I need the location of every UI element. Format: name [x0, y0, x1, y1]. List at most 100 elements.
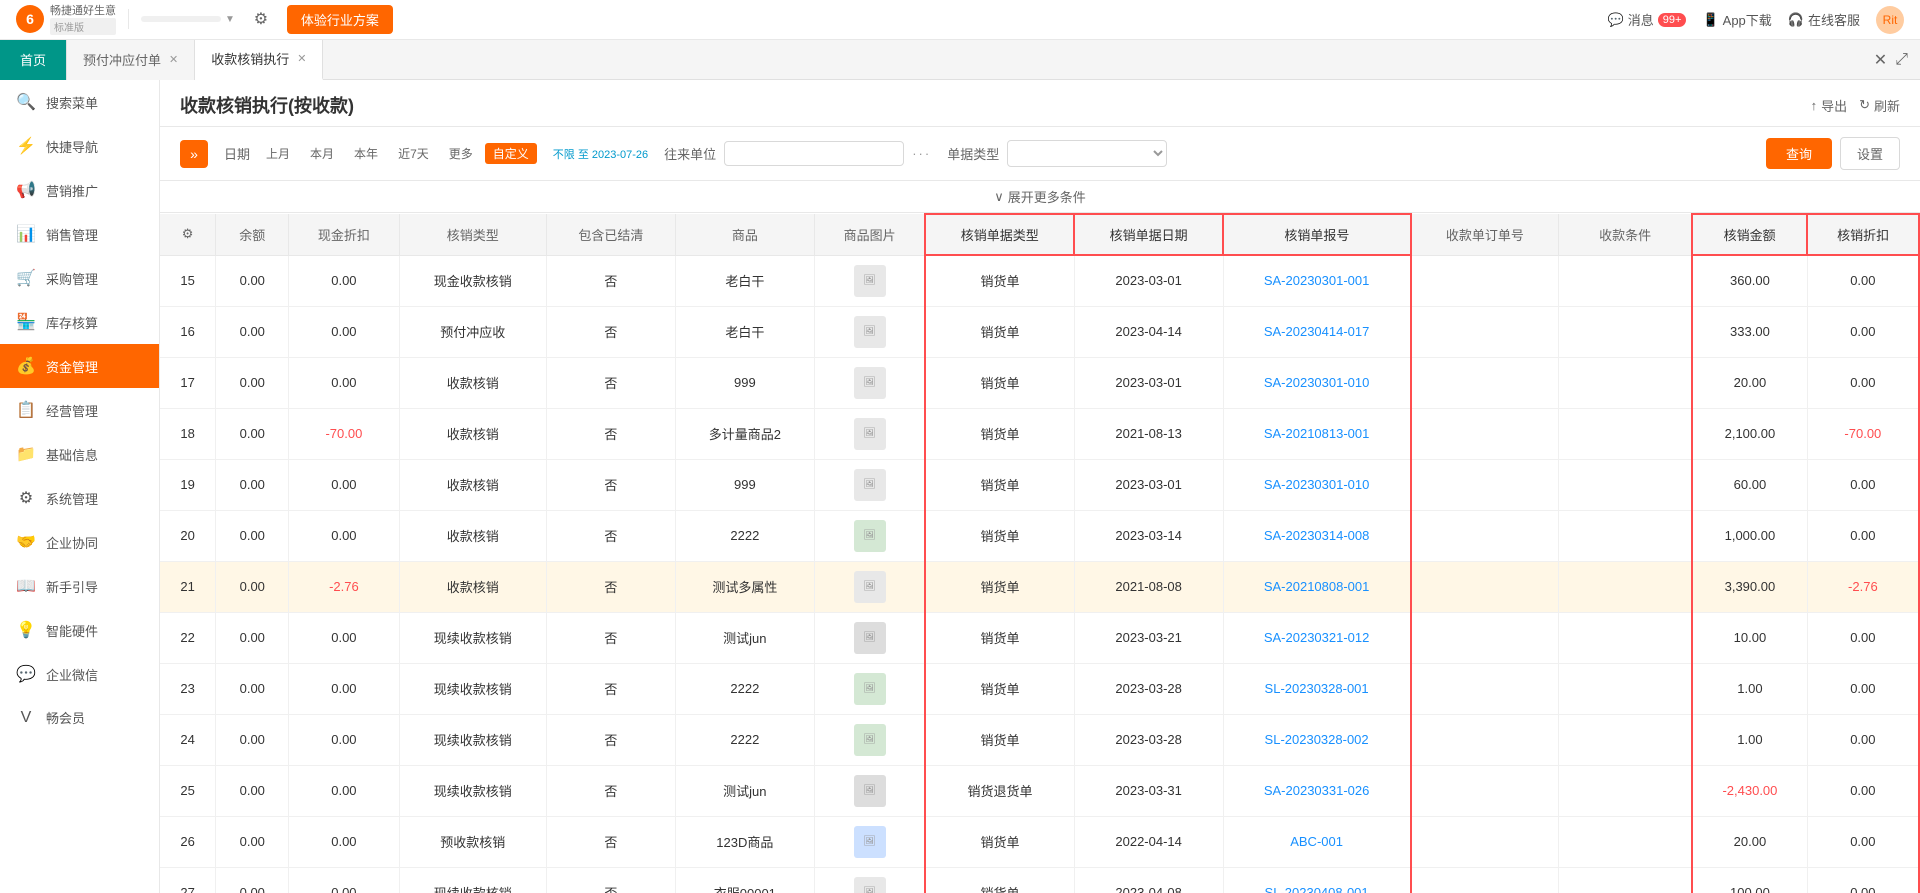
bill-no-link[interactable]: SA-20230301-010	[1264, 477, 1370, 492]
cell-include_settled-4: 否	[546, 459, 675, 510]
bill-no-link[interactable]: SA-20230321-012	[1264, 630, 1370, 645]
sidebar-icon-2: 📢	[16, 180, 36, 200]
sidebar-item-0[interactable]: 🔍搜索菜单	[0, 80, 159, 124]
cell-cash_discount-9: 0.00	[289, 714, 399, 765]
sidebar-icon-12: 💡	[16, 620, 36, 640]
sidebar-item-9[interactable]: ⚙系统管理	[0, 476, 159, 520]
online-service-label: 在线客服	[1808, 10, 1860, 29]
sidebar-item-4[interactable]: 🛒采购管理	[0, 256, 159, 300]
bill-no-link[interactable]: SA-20230314-008	[1264, 528, 1370, 543]
bill-no-link[interactable]: SA-20210808-001	[1264, 579, 1370, 594]
bill-no-link[interactable]: SA-20230414-017	[1264, 324, 1370, 339]
avatar[interactable]: Rit	[1876, 6, 1904, 34]
bill-no-link[interactable]: SA-20210813-001	[1264, 426, 1370, 441]
sidebar-icon-5: 🏪	[16, 312, 36, 332]
sidebar-label-3: 销售管理	[46, 225, 98, 244]
filter-toggle-button[interactable]: »	[180, 140, 208, 168]
col-header-product: 商品	[675, 214, 814, 255]
tab-home[interactable]: 首页	[0, 40, 67, 80]
bill-no-link[interactable]: SA-20230301-010	[1264, 375, 1370, 390]
cell-balance-8: 0.00	[216, 663, 289, 714]
message-label: 消息	[1628, 10, 1654, 29]
cell-balance-11: 0.00	[216, 816, 289, 867]
receipt-type-label: 单据类型	[947, 144, 999, 163]
cell-product_image-3: 🖼	[814, 408, 925, 459]
more-date-btn[interactable]: 更多	[441, 143, 481, 164]
user-name: Rit	[1883, 13, 1898, 27]
sidebar-item-3[interactable]: 📊销售管理	[0, 212, 159, 256]
bill-no-link[interactable]: SL-20230408-001	[1265, 885, 1369, 893]
cell-include_settled-1: 否	[546, 306, 675, 357]
date-filter-label: 日期	[224, 144, 250, 163]
sidebar-icon-14: V	[16, 709, 36, 727]
cell-cancel_amount-4: 60.00	[1692, 459, 1807, 510]
custom-date-btn[interactable]: 自定义	[485, 143, 537, 164]
cell-receipt_bill_date-1: 2023-04-14	[1074, 306, 1223, 357]
export-button[interactable]: ↑ 导出	[1811, 96, 1848, 115]
sidebar-item-13[interactable]: 💬企业微信	[0, 652, 159, 696]
bill-no-link[interactable]: SL-20230328-002	[1265, 732, 1369, 747]
cell-include_settled-8: 否	[546, 663, 675, 714]
cell-receipt_bill_date-5: 2023-03-14	[1074, 510, 1223, 561]
refresh-button[interactable]: ↻ 刷新	[1859, 96, 1900, 115]
cell-cash_discount-8: 0.00	[289, 663, 399, 714]
cell-cancel_amount-5: 1,000.00	[1692, 510, 1807, 561]
col-header-product_image: 商品图片	[814, 214, 925, 255]
bill-no-link[interactable]: ABC-001	[1290, 834, 1343, 849]
sidebar-label-11: 新手引导	[46, 577, 98, 596]
this-month-btn[interactable]: 本月	[302, 143, 342, 164]
tab-bar-actions: ✕ ⤢	[1874, 50, 1920, 70]
expand-conditions-button[interactable]: ∨ 展开更多条件	[994, 187, 1086, 206]
company-selector[interactable]: ▼	[141, 14, 235, 25]
sidebar-label-13: 企业微信	[46, 665, 98, 684]
sidebar-item-7[interactable]: 📋经营管理	[0, 388, 159, 432]
prepay-tab-close-icon[interactable]: ✕	[169, 53, 178, 66]
settings-button[interactable]: 设置	[1840, 137, 1900, 170]
sidebar-item-11[interactable]: 📖新手引导	[0, 564, 159, 608]
chevron-down-icon[interactable]: ▼	[225, 14, 235, 25]
cell-settings-6: 21	[160, 561, 216, 612]
cell-cash_discount-3: -70.00	[289, 408, 399, 459]
tab-prepay[interactable]: 预付冲应付单 ✕	[67, 40, 195, 80]
gear-button[interactable]: ⚙	[247, 5, 275, 33]
sidebar-item-1[interactable]: ⚡快捷导航	[0, 124, 159, 168]
cell-balance-6: 0.00	[216, 561, 289, 612]
cell-cancel_amount-1: 333.00	[1692, 306, 1807, 357]
receipt-type-select[interactable]	[1007, 140, 1167, 167]
industry-solution-button[interactable]: 体验行业方案	[287, 5, 393, 34]
table-row: 240.000.00现续收款核销否2222🖼销货单2023-03-28SL-20…	[160, 714, 1919, 765]
maximize-icon[interactable]: ⤢	[1895, 51, 1908, 69]
sidebar-item-5[interactable]: 🏪库存核算	[0, 300, 159, 344]
query-button[interactable]: 查询	[1766, 138, 1832, 169]
table-row: 260.000.00预收款核销否123D商品🖼销货单2022-04-14ABC-…	[160, 816, 1919, 867]
cell-receipt_order_no-9	[1411, 714, 1559, 765]
this-year-btn[interactable]: 本年	[346, 143, 386, 164]
from-unit-input[interactable]	[724, 141, 904, 166]
sidebar-item-12[interactable]: 💡智能硬件	[0, 608, 159, 652]
last-month-btn[interactable]: 上月	[258, 143, 298, 164]
message-button[interactable]: 💬 消息 99+	[1608, 10, 1687, 29]
bill-no-link[interactable]: SL-20230328-001	[1265, 681, 1369, 696]
last-7days-btn[interactable]: 近7天	[390, 143, 437, 164]
top-bar-left: 6 畅捷通好生意 标准版 ▼ ⚙ 体验行业方案	[16, 4, 393, 35]
sidebar-item-14[interactable]: V畅会员	[0, 696, 159, 739]
bill-no-link[interactable]: SA-20230301-001	[1264, 273, 1370, 288]
cell-product_image-11: 🖼	[814, 816, 925, 867]
cell-balance-7: 0.00	[216, 612, 289, 663]
receipt-cancel-tab-close-icon[interactable]: ✕	[297, 52, 306, 65]
cell-cancel_discount-12: 0.00	[1807, 867, 1919, 893]
sidebar-item-6[interactable]: 💰资金管理	[0, 344, 159, 388]
sidebar-item-8[interactable]: 📁基础信息	[0, 432, 159, 476]
bill-no-link[interactable]: SA-20230331-026	[1264, 783, 1370, 798]
cell-cancel_discount-4: 0.00	[1807, 459, 1919, 510]
close-all-icon[interactable]: ✕	[1874, 50, 1887, 70]
cell-receipt_order_no-5	[1411, 510, 1559, 561]
sidebar-item-2[interactable]: 📢营销推广	[0, 168, 159, 212]
online-service-button[interactable]: 🎧 在线客服	[1788, 10, 1860, 29]
tab-receipt-cancel[interactable]: 收款核销执行 ✕	[195, 40, 323, 80]
sidebar-item-10[interactable]: 🤝企业协同	[0, 520, 159, 564]
col-header-cancel_discount: 核销折扣	[1807, 214, 1919, 255]
app-download-button[interactable]: 📱 App下载	[1702, 10, 1771, 29]
logo-icon: 6	[16, 5, 44, 33]
sidebar-icon-7: 📋	[16, 400, 36, 420]
